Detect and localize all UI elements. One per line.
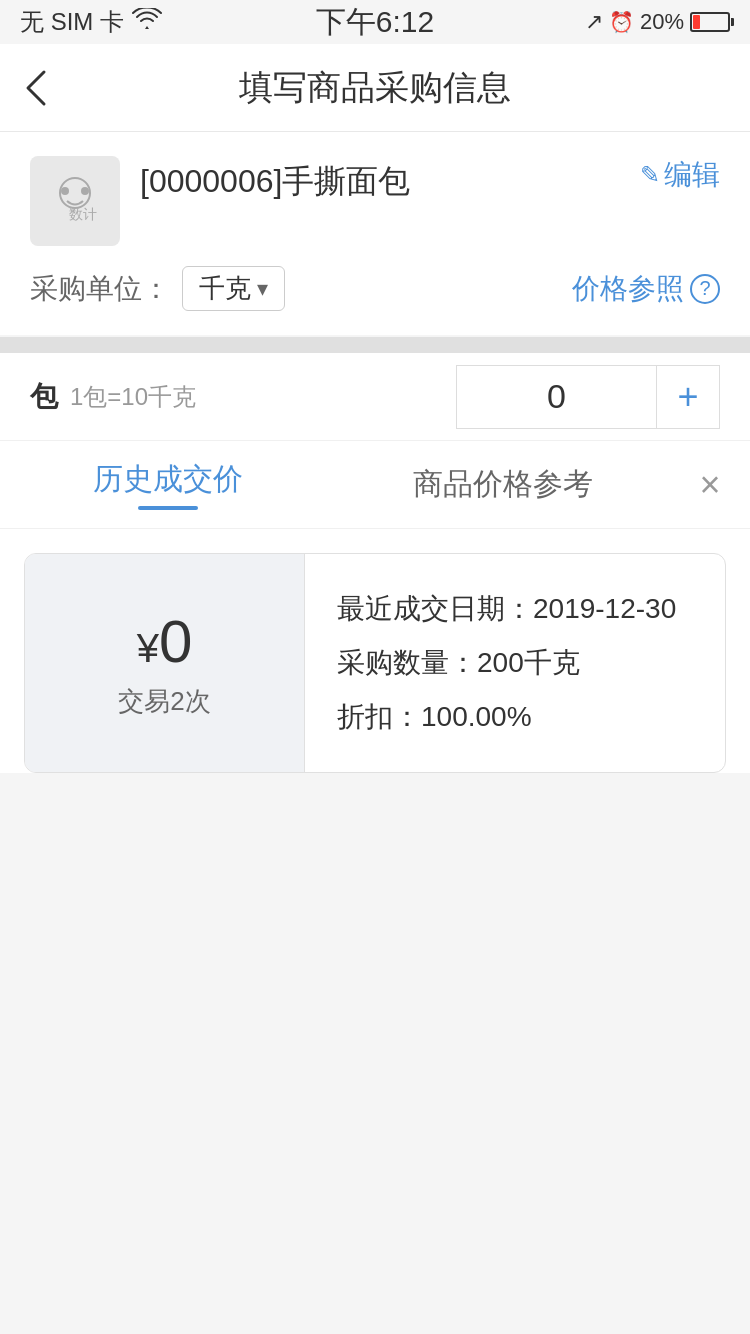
page-title: 填写商品采购信息 [239, 65, 511, 111]
unit-label: 采购单位： [30, 270, 170, 308]
product-info: 数计 [0000006]手撕面包 [30, 156, 640, 246]
price-reference-button[interactable]: 价格参照 ? [572, 270, 720, 308]
purchase-qty-label: 采购数量： [337, 647, 477, 678]
back-button[interactable] [24, 68, 48, 108]
purchase-qty-value: 200千克 [477, 647, 580, 678]
recent-date-row: 最近成交日期：2019-12-30 [337, 590, 693, 628]
product-name: [0000006]手撕面包 [140, 160, 410, 204]
location-icon: ↗ [585, 9, 603, 35]
dropdown-icon: ▾ [257, 276, 268, 302]
alarm-icon: ⏰ [609, 10, 634, 34]
product-image: 数计 [30, 156, 120, 246]
quantity-input[interactable] [456, 365, 656, 429]
tab-history-price[interactable]: 历史成交价 [0, 441, 335, 528]
svg-text:数计: 数计 [69, 206, 97, 222]
tab-panel: 历史成交价 商品价格参考 × ¥0 交易2次 最近成交日期：2019-12-30 [0, 441, 750, 773]
tab-header: 历史成交价 商品价格参考 × [0, 441, 750, 529]
discount-value: 100.00% [421, 701, 532, 732]
section-divider [0, 337, 750, 353]
unit-left: 采购单位： 千克 ▾ [30, 266, 285, 311]
status-carrier: 无 SIM 卡 [20, 6, 162, 38]
edit-label: 编辑 [664, 156, 720, 194]
history-card: ¥0 交易2次 最近成交日期：2019-12-30 采购数量：200千克 折扣：… [24, 553, 726, 773]
tab-history-label: 历史成交价 [93, 459, 243, 500]
svg-point-2 [81, 187, 89, 195]
status-time: 下午6:12 [316, 2, 434, 43]
purchase-qty-row: 采购数量：200千克 [337, 644, 693, 682]
recent-date-label: 最近成交日期： [337, 593, 533, 624]
quantity-control: + [456, 365, 720, 429]
page-content: 数计 [0000006]手撕面包 ✎ 编辑 采购单位： 千克 ▾ [0, 132, 750, 1334]
product-unit-row: 采购单位： 千克 ▾ 价格参照 ? [30, 266, 720, 311]
product-card: 数计 [0000006]手撕面包 ✎ 编辑 采购单位： 千克 ▾ [0, 132, 750, 335]
tab-close-button[interactable]: × [670, 441, 750, 528]
battery-percent: 20% [640, 9, 684, 35]
quantity-plus-button[interactable]: + [656, 365, 720, 429]
tab-active-indicator [138, 506, 198, 510]
product-logo: 数计 [45, 173, 105, 230]
price-ref-label: 价格参照 [572, 270, 684, 308]
battery-icon [690, 12, 730, 32]
trade-count: 交易2次 [118, 684, 210, 719]
plus-icon: + [677, 376, 698, 418]
quantity-row: 包 1包=10千克 + [0, 353, 750, 441]
edit-icon: ✎ [640, 161, 660, 189]
help-icon[interactable]: ? [690, 274, 720, 304]
close-icon: × [699, 464, 720, 506]
price-number: 0 [159, 608, 192, 675]
wifi-icon [132, 8, 162, 36]
currency-symbol: ¥ [137, 626, 159, 670]
history-price-value: ¥0 [137, 607, 193, 676]
unit-badge: 包 [30, 378, 58, 416]
discount-row: 折扣：100.00% [337, 698, 693, 736]
history-price-section: ¥0 交易2次 [25, 554, 305, 772]
unit-select[interactable]: 千克 ▾ [182, 266, 285, 311]
tab-price-ref-label: 商品价格参考 [413, 464, 593, 505]
product-header: 数计 [0000006]手撕面包 ✎ 编辑 [30, 156, 720, 246]
svg-point-1 [61, 187, 69, 195]
nav-bar: 填写商品采购信息 [0, 44, 750, 132]
unit-hint: 1包=10千克 [70, 381, 196, 413]
history-details-section: 最近成交日期：2019-12-30 采购数量：200千克 折扣：100.00% [305, 554, 725, 772]
quantity-label: 包 1包=10千克 [30, 378, 196, 416]
edit-button[interactable]: ✎ 编辑 [640, 156, 720, 194]
tab-price-reference[interactable]: 商品价格参考 [335, 441, 670, 528]
carrier-text: 无 SIM 卡 [20, 6, 124, 38]
status-bar: 无 SIM 卡 下午6:12 ↗ ⏰ 20% [0, 0, 750, 44]
product-details: [0000006]手撕面包 [140, 156, 410, 204]
discount-label: 折扣： [337, 701, 421, 732]
recent-date-value: 2019-12-30 [533, 593, 676, 624]
status-right: ↗ ⏰ 20% [585, 9, 730, 35]
unit-value: 千克 [199, 271, 251, 306]
